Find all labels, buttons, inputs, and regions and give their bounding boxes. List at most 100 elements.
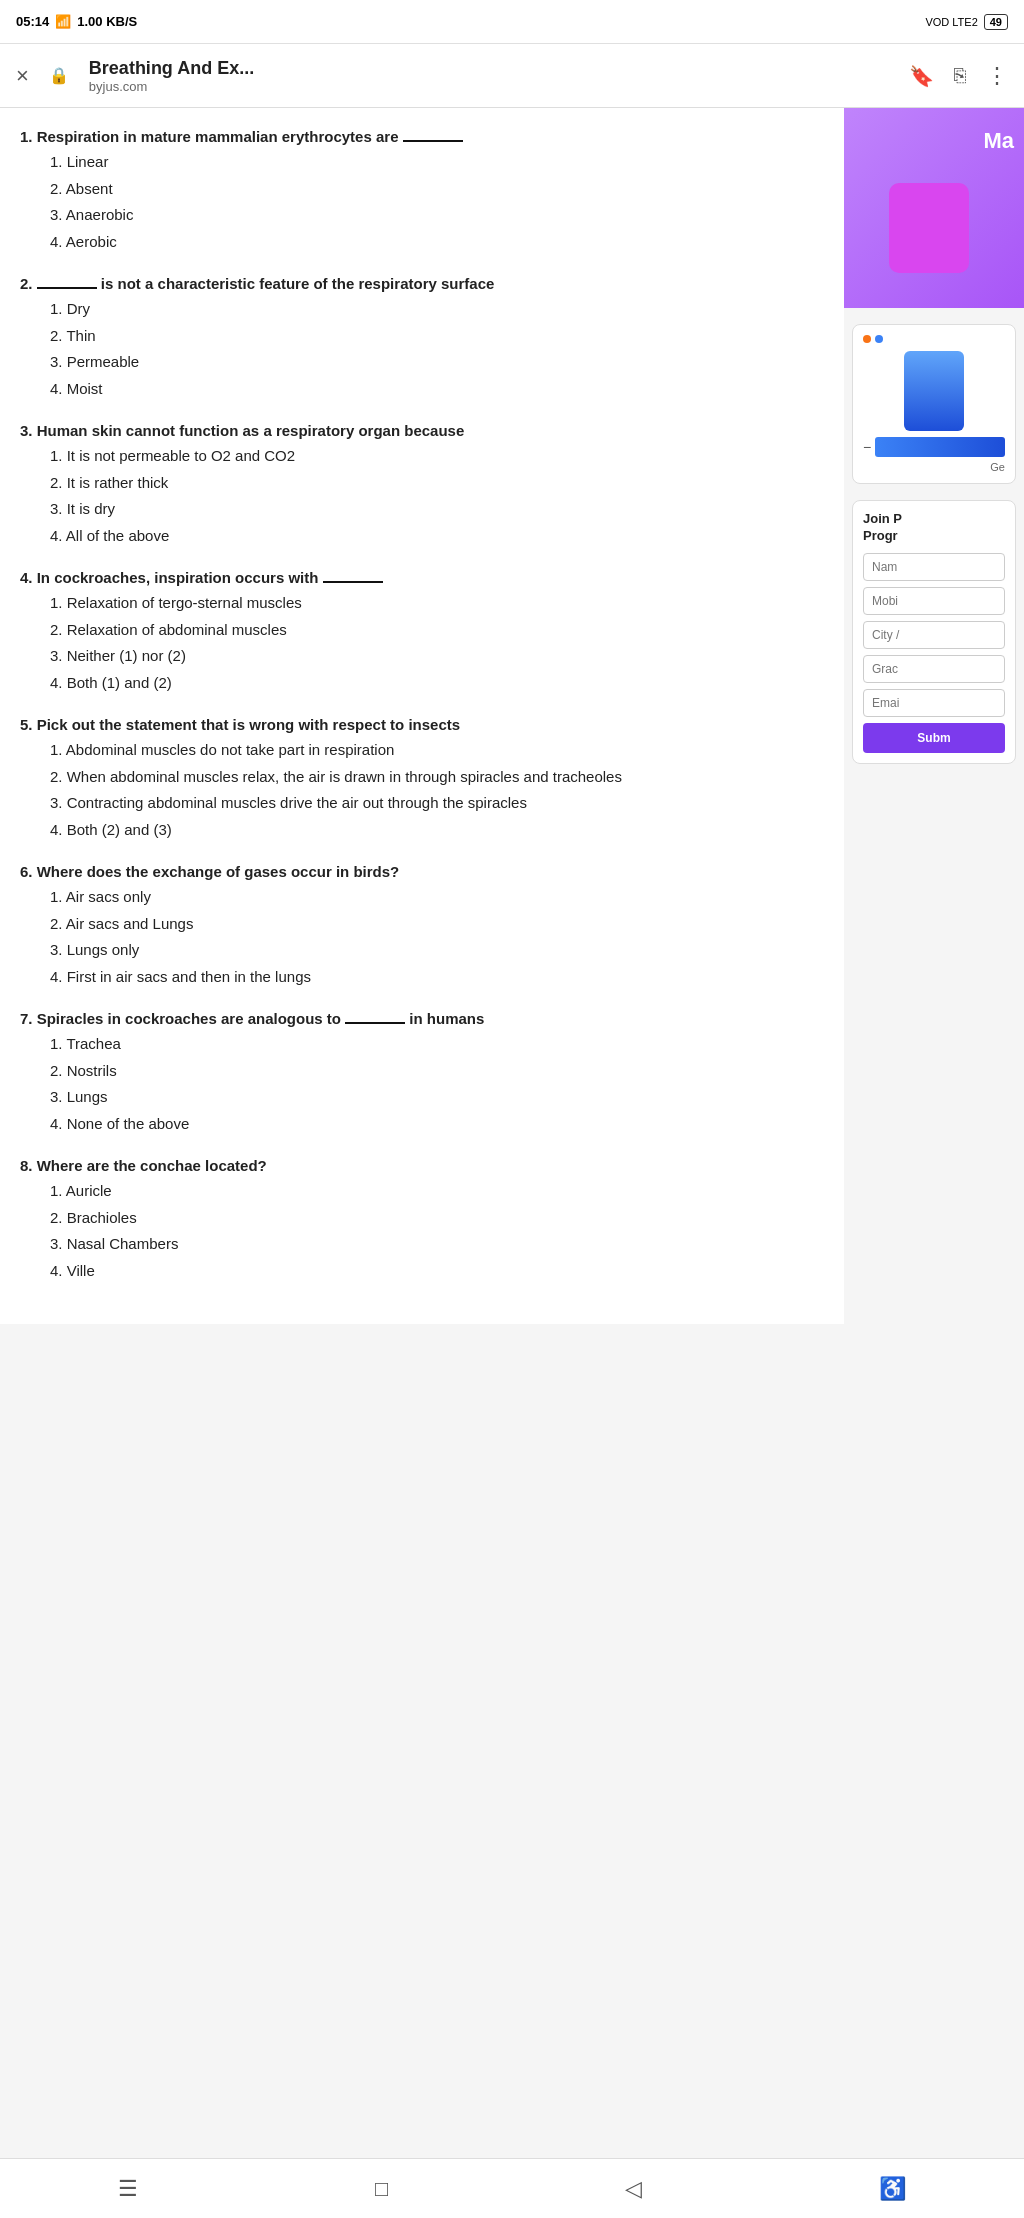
promo-card-top: Ma (844, 108, 1024, 308)
q6-opt4: 4. First in air sacs and then in the lun… (50, 966, 824, 989)
q4-text: 4. In cockroaches, inspiration occurs wi… (20, 569, 824, 586)
q5-opt4: 4. Both (2) and (3) (50, 819, 824, 842)
q5-text: 5. Pick out the statement that is wrong … (20, 716, 824, 733)
q7-text: 7. Spiracles in cockroaches are analogou… (20, 1010, 824, 1027)
browser-toolbar: × 🔒 Breathing And Ex... byjus.com 🔖 ⎘ ⋮ (0, 44, 1024, 108)
ad-label: Ge (863, 461, 1005, 473)
ad-bar: − (863, 437, 1005, 457)
q7-bold: Spiracles in cockroaches are analogous t… (37, 1010, 485, 1027)
q3-opt3: 3. It is dry (50, 498, 824, 521)
bottom-nav: ☰ □ ◁ ♿ (0, 2158, 1024, 2218)
q4-opt3: 3. Neither (1) nor (2) (50, 645, 824, 668)
close-button[interactable]: × (16, 63, 29, 89)
lock-icon: 🔒 (49, 66, 69, 85)
q1-options: 1. Linear 2. Absent 3. Anaerobic 4. Aero… (20, 151, 824, 253)
q6-opt2: 2. Air sacs and Lungs (50, 913, 824, 936)
q7-opt4: 4. None of the above (50, 1113, 824, 1136)
q2-bold: is not a characteristic feature of the r… (101, 275, 494, 292)
dot-orange (863, 335, 871, 343)
ad-dots (863, 335, 1005, 343)
q8-opt4: 4. Ville (50, 1260, 824, 1283)
q6-opt3: 3. Lungs only (50, 939, 824, 962)
q8-bold: Where are the conchae located? (37, 1157, 267, 1174)
q4-options: 1. Relaxation of tergo-sternal muscles 2… (20, 592, 824, 694)
promo-ma-text: Ma (983, 128, 1014, 154)
q3-opt2: 2. It is rather thick (50, 472, 824, 495)
grade-input[interactable] (863, 655, 1005, 683)
more-button[interactable]: ⋮ (986, 63, 1008, 89)
join-form-title: Join PProgr (863, 511, 1005, 545)
bookmark-button[interactable]: 🔖 (909, 64, 934, 88)
q6-opt1: 1. Air sacs only (50, 886, 824, 909)
toolbar-icons: 🔖 ⎘ ⋮ (909, 63, 1008, 89)
content-area: 1. Respiration in mature mammalian eryth… (0, 108, 844, 1324)
q7-opt2: 2. Nostrils (50, 1060, 824, 1083)
q4-opt1: 1. Relaxation of tergo-sternal muscles (50, 592, 824, 615)
q1-bold: Respiration in mature mammalian erythroc… (37, 128, 463, 145)
q4-bold: In cockroaches, inspiration occurs with (37, 569, 383, 586)
submit-button[interactable]: Subm (863, 723, 1005, 753)
q7-options: 1. Trachea 2. Nostrils 3. Lungs 4. None … (20, 1033, 824, 1135)
toolbar-title: Breathing And Ex... byjus.com (89, 58, 889, 94)
q5-bold: Pick out the statement that is wrong wit… (37, 716, 460, 733)
q3-bold: Human skin cannot function as a respirat… (37, 422, 465, 439)
q1-opt2: 2. Absent (50, 178, 824, 201)
small-ad-card: − Ge (852, 324, 1016, 484)
right-sidebar: Ma − Ge Join PProgr Subm (844, 108, 1024, 1324)
vol-label: VOD LTE2 (925, 16, 977, 28)
promo-avatar (889, 183, 969, 273)
back-icon[interactable]: ◁ (625, 2176, 642, 2202)
dot-blue (875, 335, 883, 343)
q1-opt3: 3. Anaerobic (50, 204, 824, 227)
q5-options: 1. Abdominal muscles do not take part in… (20, 739, 824, 841)
q6-text: 6. Where does the exchange of gases occu… (20, 863, 824, 880)
city-input[interactable] (863, 621, 1005, 649)
q5-opt3: 3. Contracting abdominal muscles drive t… (50, 792, 824, 815)
battery: 49 (984, 14, 1008, 30)
q8-text: 8. Where are the conchae located? (20, 1157, 824, 1174)
page-subtitle: byjus.com (89, 79, 889, 94)
q2-options: 1. Dry 2. Thin 3. Permeable 4. Moist (20, 298, 824, 400)
question-2: 2. is not a characteristic feature of th… (20, 275, 824, 400)
status-left: 05:14 📶 1.00 KB/S (16, 14, 137, 29)
questions-list: 1. Respiration in mature mammalian eryth… (20, 128, 824, 1282)
question-5: 5. Pick out the statement that is wrong … (20, 716, 824, 841)
q8-options: 1. Auricle 2. Brachioles 3. Nasal Chambe… (20, 1180, 824, 1282)
question-4: 4. In cockroaches, inspiration occurs wi… (20, 569, 824, 694)
question-6: 6. Where does the exchange of gases occu… (20, 863, 824, 988)
q3-opt1: 1. It is not permeable to O2 and CO2 (50, 445, 824, 468)
q4-opt4: 4. Both (1) and (2) (50, 672, 824, 695)
question-1: 1. Respiration in mature mammalian eryth… (20, 128, 824, 253)
status-bar: 05:14 📶 1.00 KB/S VOD LTE2 49 (0, 0, 1024, 44)
q3-opt4: 4. All of the above (50, 525, 824, 548)
q2-opt1: 1. Dry (50, 298, 824, 321)
q8-opt1: 1. Auricle (50, 1180, 824, 1203)
email-input[interactable] (863, 689, 1005, 717)
q3-text: 3. Human skin cannot function as a respi… (20, 422, 824, 439)
q8-opt3: 3. Nasal Chambers (50, 1233, 824, 1256)
q8-opt2: 2. Brachioles (50, 1207, 824, 1230)
q5-opt1: 1. Abdominal muscles do not take part in… (50, 739, 824, 762)
join-form: Join PProgr Subm (852, 500, 1016, 764)
menu-icon[interactable]: ☰ (118, 2176, 138, 2202)
q5-opt2: 2. When abdominal muscles relax, the air… (50, 766, 824, 789)
q2-opt4: 4. Moist (50, 378, 824, 401)
q2-text: 2. is not a characteristic feature of th… (20, 275, 824, 292)
name-input[interactable] (863, 553, 1005, 581)
q6-options: 1. Air sacs only 2. Air sacs and Lungs 3… (20, 886, 824, 988)
accessibility-icon[interactable]: ♿ (879, 2176, 906, 2202)
q1-opt4: 4. Aerobic (50, 231, 824, 254)
q1-opt1: 1. Linear (50, 151, 824, 174)
q6-bold: Where does the exchange of gases occur i… (37, 863, 400, 880)
minus-icon: − (863, 439, 871, 455)
question-3: 3. Human skin cannot function as a respi… (20, 422, 824, 547)
q4-opt2: 2. Relaxation of abdominal muscles (50, 619, 824, 642)
home-icon[interactable]: □ (375, 2176, 388, 2202)
status-right: VOD LTE2 49 (925, 14, 1008, 30)
mobile-input[interactable] (863, 587, 1005, 615)
ad-image (904, 351, 964, 431)
share-button[interactable]: ⎘ (954, 64, 966, 87)
page-title: Breathing And Ex... (89, 58, 889, 79)
signal-icon: 📶 (55, 14, 71, 29)
bar-blue (875, 437, 1005, 457)
